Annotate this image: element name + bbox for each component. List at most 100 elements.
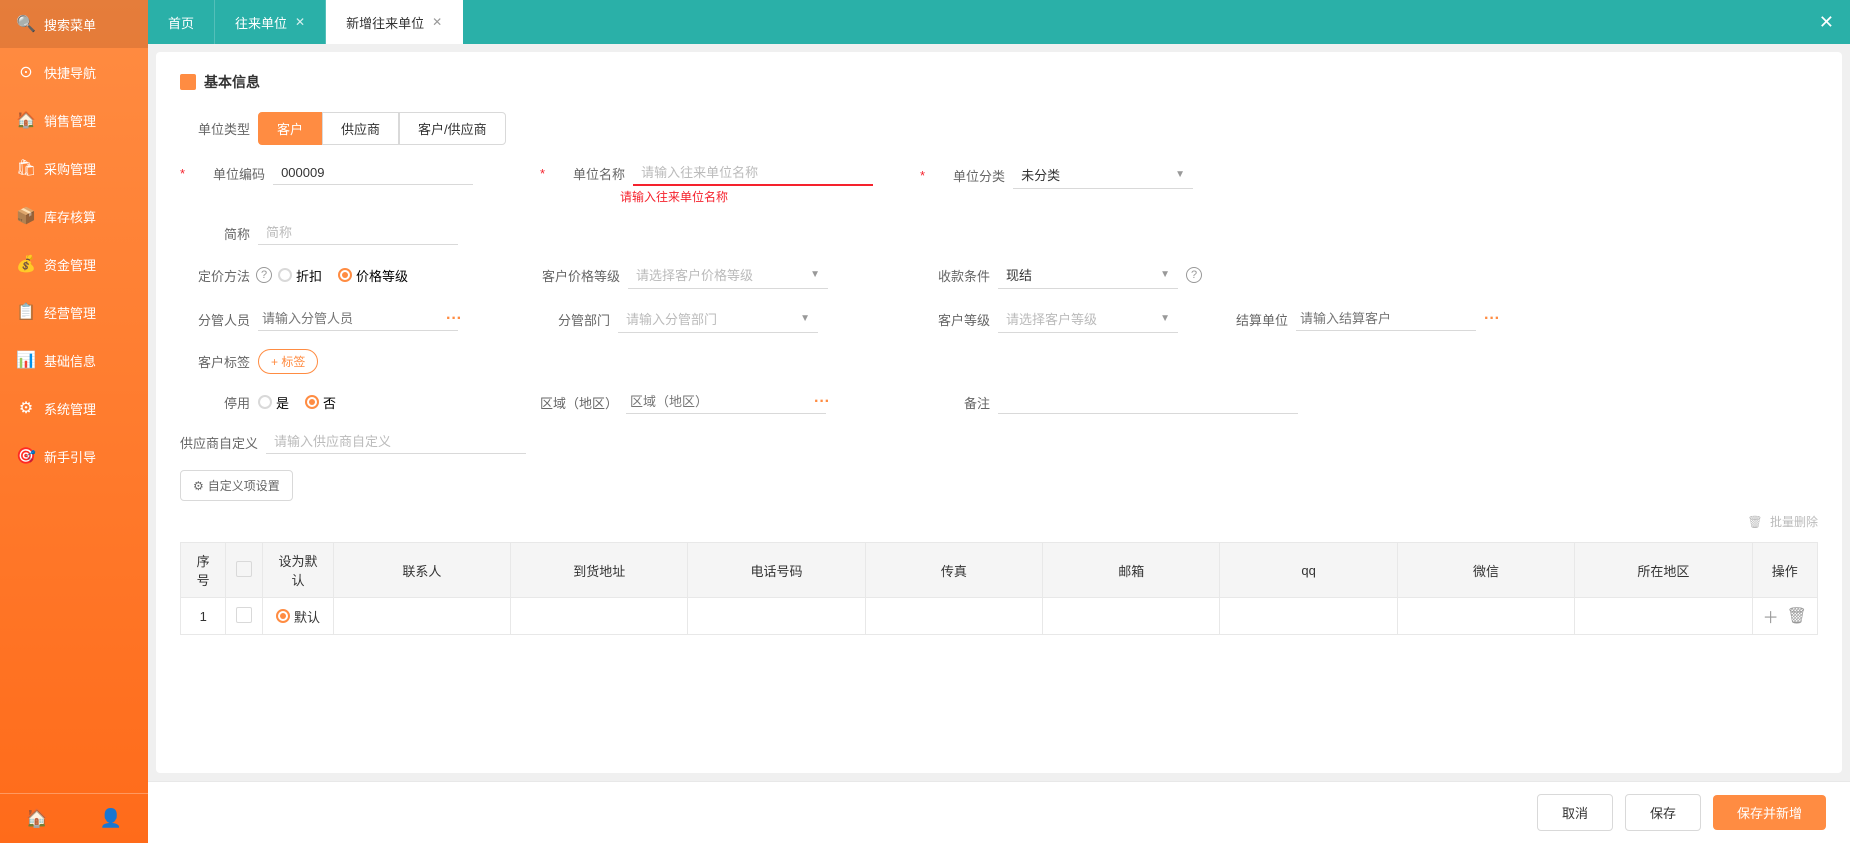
unit-category-required: * [920, 168, 925, 183]
pricing-method-help-icon[interactable]: ? [256, 267, 272, 283]
cell-phone[interactable] [688, 598, 865, 635]
pricing-level-radio[interactable]: 价格等级 [338, 266, 408, 285]
cancel-button[interactable]: 取消 [1537, 794, 1613, 831]
sidebar-item-basic-info[interactable]: 📊 基础信息 [0, 336, 148, 384]
region-input[interactable] [626, 390, 810, 413]
customer-price-level-placeholder: 请选择客户价格等级 [636, 265, 806, 284]
sidebar-item-sales[interactable]: 🏠 销售管理 [0, 96, 148, 144]
customer-level-field: 客户等级 请选择客户等级 ▼ [920, 305, 1178, 333]
customer-price-level-chevron: ▼ [810, 269, 820, 280]
cell-contact[interactable] [333, 598, 510, 635]
manager-input[interactable] [258, 307, 442, 330]
sidebar-item-quick-nav[interactable]: ⊙ 快捷导航 [0, 48, 148, 96]
cell-fax[interactable] [865, 598, 1042, 635]
cell-delivery[interactable] [511, 598, 688, 635]
bulk-delete-label[interactable]: 批量删除 [1770, 515, 1818, 529]
disabled-yes-radio[interactable]: 是 [258, 393, 289, 412]
customer-tag-label: 客户标签 [180, 352, 250, 371]
pricing-method-radio-group: 折扣 价格等级 [278, 266, 408, 285]
add-tag-button[interactable]: + 标签 [258, 349, 318, 374]
sidebar-item-finance[interactable]: 💰 资金管理 [0, 240, 148, 288]
col-qq: qq [1220, 543, 1398, 598]
sidebar-item-operations[interactable]: 📋 经营管理 [0, 288, 148, 336]
customer-level-chevron: ▼ [1160, 313, 1170, 324]
payment-terms-select[interactable]: 现结 ▼ [998, 261, 1178, 289]
unit-category-select[interactable]: 未分类 ▼ [1013, 161, 1193, 189]
payment-terms-help-icon[interactable]: ? [1186, 267, 1202, 283]
sidebar-item-search[interactable]: 🔍 搜索菜单 [0, 0, 148, 48]
cell-location[interactable] [1575, 598, 1752, 635]
email-input[interactable] [1053, 609, 1209, 624]
payment-terms-chevron: ▼ [1160, 269, 1170, 280]
unit-name-input[interactable] [633, 161, 873, 186]
btn-both[interactable]: 客户/供应商 [399, 112, 506, 145]
tab-home-label: 首页 [168, 13, 194, 32]
sidebar-item-guide[interactable]: 🎯 新手引导 [0, 432, 148, 480]
supplier-custom-input[interactable] [266, 430, 526, 454]
settlement-unit-input[interactable] [1296, 307, 1480, 330]
row-default-radio[interactable]: 默认 [273, 607, 322, 626]
tab-home[interactable]: 首页 [148, 0, 215, 44]
settlement-unit-more-btn[interactable]: ··· [1480, 310, 1504, 328]
custom-settings-button[interactable]: ⚙ 自定义项设置 [180, 470, 293, 501]
save-new-button[interactable]: 保存并新增 [1713, 795, 1826, 830]
department-select[interactable]: 请输入分管部门 ▼ [618, 305, 818, 333]
supplier-custom-field: 供应商自定义 [180, 430, 526, 454]
customer-level-select[interactable]: 请选择客户等级 ▼ [998, 305, 1178, 333]
unit-code-input[interactable] [273, 161, 473, 185]
sidebar-item-inventory[interactable]: 📦 库存核算 [0, 192, 148, 240]
tab-partners-close[interactable]: ✕ [295, 15, 305, 29]
unit-code-required: * [180, 166, 185, 181]
phone-input[interactable] [698, 609, 854, 624]
finance-icon: 💰 [16, 254, 36, 274]
table-header-row: 序号 设为默认 联系人 到货地址 电话号码 传真 邮箱 qq 微信 所在地区 操… [181, 543, 1818, 598]
add-row-btn[interactable]: ＋ [1763, 604, 1779, 628]
contact-input[interactable] [344, 609, 500, 624]
qq-input[interactable] [1230, 609, 1387, 624]
row-default-label: 默认 [294, 607, 320, 626]
department-field: 分管部门 请输入分管部门 ▼ [540, 305, 880, 333]
tab-new-partner[interactable]: 新增往来单位 ✕ [326, 0, 463, 44]
btn-customer[interactable]: 客户 [258, 112, 322, 145]
sidebar-item-system[interactable]: ⚙ 系统管理 [0, 384, 148, 432]
delete-row-btn[interactable]: 🗑 [1787, 606, 1807, 626]
col-checkbox [226, 543, 263, 598]
table-row: 1 默认 [181, 598, 1818, 635]
col-contact: 联系人 [333, 543, 510, 598]
customer-price-level-select[interactable]: 请选择客户价格等级 ▼ [628, 261, 828, 289]
sidebar-item-finance-label: 资金管理 [44, 255, 96, 274]
tab-partners[interactable]: 往来单位 ✕ [215, 0, 326, 44]
department-chevron: ▼ [800, 313, 810, 324]
cell-qq[interactable] [1220, 598, 1398, 635]
disabled-no-radio[interactable]: 否 [305, 393, 336, 412]
manager-more-btn[interactable]: ··· [442, 310, 466, 328]
pricing-method-field: 定价方法 ? 折扣 价格等级 [180, 266, 500, 285]
select-all-checkbox[interactable] [236, 561, 252, 577]
sidebar-bottom-home[interactable]: 🏠 [20, 802, 54, 835]
wechat-input[interactable] [1408, 609, 1564, 624]
cell-email[interactable] [1043, 598, 1220, 635]
row-checkbox[interactable] [236, 607, 252, 623]
sidebar-item-purchase[interactable]: 🛍 采购管理 [0, 144, 148, 192]
cell-wechat[interactable] [1397, 598, 1574, 635]
btn-supplier[interactable]: 供应商 [322, 112, 399, 145]
location-input[interactable] [1585, 609, 1741, 624]
save-button[interactable]: 保存 [1625, 794, 1701, 831]
guide-icon: 🎯 [16, 446, 36, 466]
fax-input[interactable] [876, 609, 1032, 624]
region-more-btn[interactable]: ··· [810, 393, 834, 411]
settlement-unit-input-wrapper: ··· [1296, 307, 1476, 331]
col-default: 设为默认 [263, 543, 333, 598]
sidebar-bottom-user[interactable]: 👤 [94, 802, 128, 835]
pricing-level-label: 价格等级 [356, 266, 408, 285]
unit-type-row: 单位类型 客户 供应商 客户/供应商 [180, 112, 1818, 145]
delivery-input[interactable] [521, 609, 677, 624]
customer-price-level-field: 客户价格等级 请选择客户价格等级 ▼ [540, 261, 880, 289]
abbreviation-input[interactable] [258, 221, 458, 245]
remarks-input[interactable] [998, 390, 1298, 414]
remarks-label: 备注 [920, 393, 990, 412]
pricing-discount-radio[interactable]: 折扣 [278, 266, 322, 285]
window-close-button[interactable]: ✕ [1803, 12, 1850, 33]
department-label: 分管部门 [540, 310, 610, 329]
tab-new-partner-close[interactable]: ✕ [432, 15, 442, 29]
